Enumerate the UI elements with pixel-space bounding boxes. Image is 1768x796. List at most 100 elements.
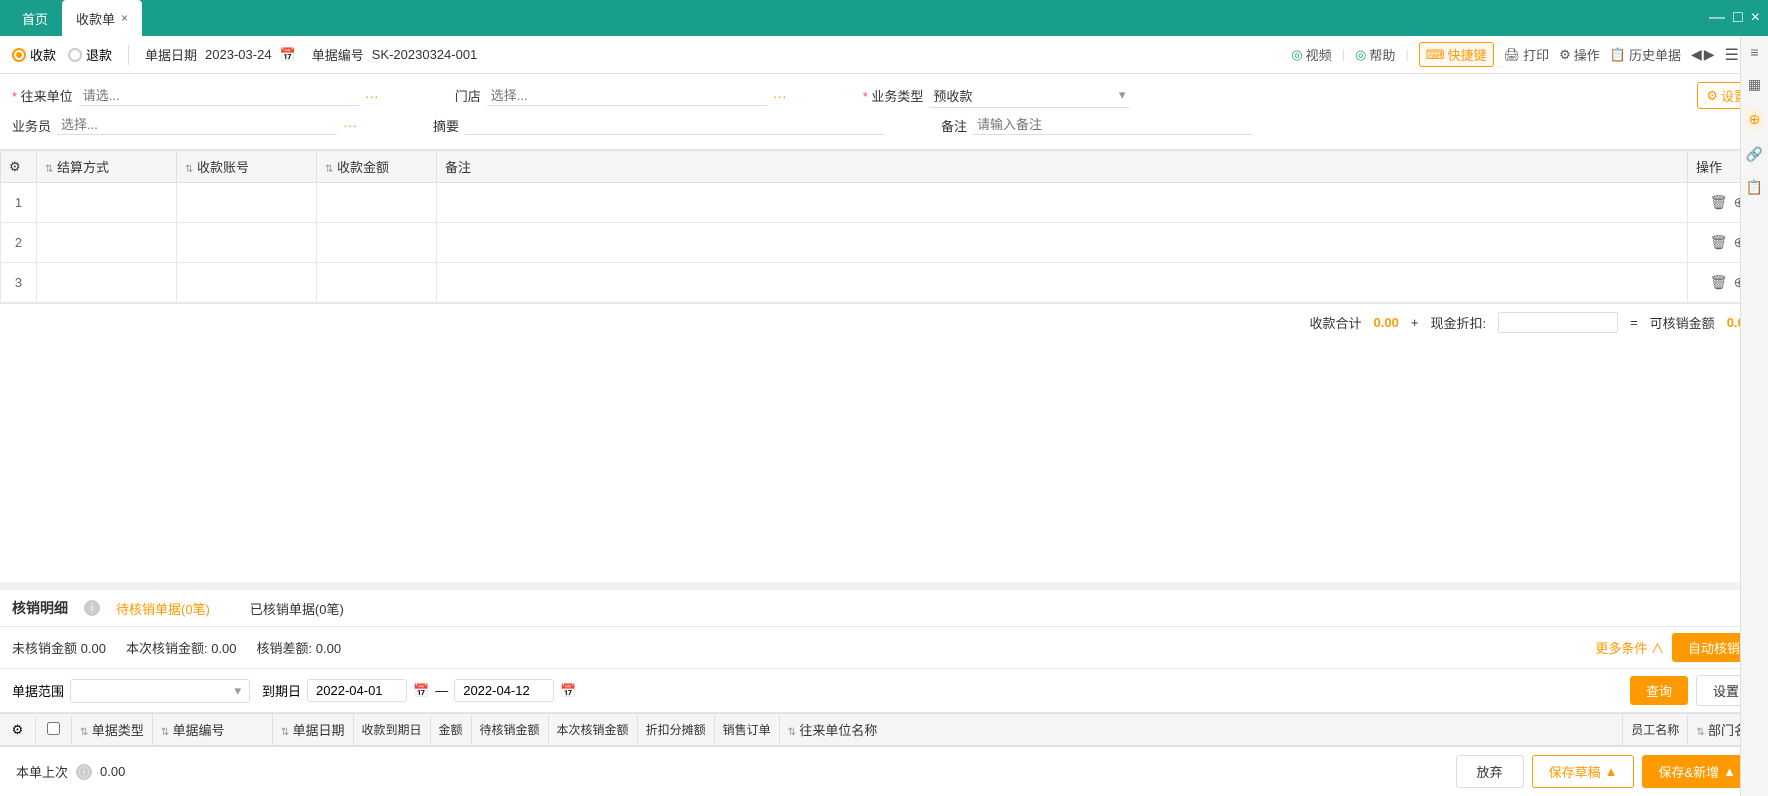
row-1-payment[interactable] (37, 183, 177, 223)
row-1-note-input[interactable] (437, 183, 1687, 222)
writeoff-stats: 未核销金额 0.00 本次核销金额: 0.00 核销差额: 0.00 更多条件 … (0, 627, 1768, 669)
row-2-payment[interactable] (37, 223, 177, 263)
col-settings-header[interactable]: ⚙ (1, 151, 37, 183)
store-more-btn[interactable]: ··· (773, 88, 787, 104)
footer: 本单上次 ⓘ 0.00 放弃 保存草稿 ▲ 保存&新增 ▲ (0, 746, 1768, 796)
date-from-input[interactable] (307, 679, 407, 702)
video-label: 视频 (1306, 45, 1332, 64)
tab-close-icon[interactable]: × (121, 11, 128, 25)
right-panel-icon-4[interactable]: 🔗 (1746, 146, 1763, 163)
right-panel-icon-2[interactable]: ▦ (1748, 76, 1761, 93)
row-2-delete-icon[interactable]: 🗑 (1710, 234, 1728, 251)
biz-type-select[interactable]: 预收款 ▾ (929, 84, 1129, 108)
row-1-amount-input[interactable] (317, 183, 436, 222)
help-btn[interactable]: ◎ 帮助 (1355, 45, 1395, 64)
bth-counterpart: ⇅ 往来单位名称 (780, 714, 1624, 745)
row-1-account[interactable] (177, 183, 317, 223)
row-2-amount[interactable] (317, 223, 437, 263)
row-2-amount-input[interactable] (317, 223, 436, 262)
row-2-account-input[interactable] (177, 223, 316, 262)
done-tab[interactable]: 已核销单据(0笔) (250, 599, 344, 618)
total-value: 0.00 (1374, 315, 1399, 330)
more-conditions-btn[interactable]: 更多条件 ∧ (1595, 638, 1664, 657)
uncancelled-label: 未核销金额 (12, 641, 77, 656)
row-3-account-input[interactable] (177, 263, 316, 302)
bottom-gear-cell[interactable]: ⚙ (0, 716, 36, 744)
bottom-checkbox-cell[interactable] (36, 716, 72, 744)
radio-refund-circle (68, 48, 82, 62)
row-2-note[interactable] (437, 223, 1688, 263)
date-from-icon[interactable]: 📅 (413, 683, 429, 699)
counterpart-input[interactable] (79, 86, 359, 106)
tab-receipt[interactable]: 收款单 × (62, 0, 142, 36)
save-new-btn[interactable]: 保存&新增 ▲ (1642, 755, 1752, 788)
maximize-btn[interactable]: □ (1733, 9, 1743, 27)
toolbar-divider (128, 45, 129, 65)
carry-over-info-icon[interactable]: ⓘ (76, 764, 92, 780)
receipt-table: ⚙ ⇅ 结算方式 ⇅ 收款账号 ⇅ 收款金额 备注 操作 (0, 150, 1768, 303)
biz-type-arrow: ▾ (1119, 87, 1126, 103)
shortcut-btn[interactable]: ⌨ 快捷键 (1419, 42, 1494, 67)
row-1-delete-icon[interactable]: 🗑 (1710, 194, 1728, 211)
operate-btn[interactable]: ⚙ 操作 (1559, 45, 1600, 64)
right-panel-icon-5[interactable]: 📋 (1746, 179, 1763, 196)
row-3-delete-icon[interactable]: 🗑 (1710, 274, 1728, 291)
save-new-arrow[interactable]: ▲ (1723, 764, 1736, 779)
bth-doc-date: ⇅ 单据日期 (273, 714, 354, 745)
right-panel-icon-3[interactable]: ⊕ (1747, 109, 1763, 130)
remark-input[interactable] (973, 115, 1253, 135)
list-view-btn[interactable]: ☰ (1725, 45, 1739, 65)
summary-input[interactable] (465, 115, 885, 135)
row-3-amount[interactable] (317, 263, 437, 303)
save-draft-arrow[interactable]: ▲ (1605, 764, 1618, 779)
row-3-amount-input[interactable] (317, 263, 436, 302)
video-btn[interactable]: ◎ 视频 (1291, 45, 1331, 64)
close-btn[interactable]: × (1751, 9, 1760, 27)
next-arrow[interactable]: ▶ (1704, 46, 1715, 63)
row-1-account-input[interactable] (177, 183, 316, 222)
row-2-payment-input[interactable] (37, 223, 176, 262)
col-account-header: ⇅ 收款账号 (177, 151, 317, 183)
radio-refund[interactable]: 退款 (68, 45, 112, 64)
row-2-note-input[interactable] (437, 223, 1687, 262)
staff-more-btn[interactable]: ··· (343, 117, 357, 133)
calendar-icon[interactable]: 📅 (280, 47, 296, 63)
prev-arrow[interactable]: ◀ (1691, 46, 1702, 63)
writeoff-filters: 单据范围 ▾ 到期日 📅 — 📅 (0, 669, 1768, 713)
shortcut-label: 快捷键 (1448, 45, 1487, 64)
row-3-payment-input[interactable] (37, 263, 176, 302)
diff-label: 核销差额: (257, 641, 313, 656)
staff-input[interactable] (57, 115, 337, 135)
table-row: 2 🗑 ⊕ (1, 223, 1768, 263)
query-btn[interactable]: 查询 (1630, 676, 1688, 705)
select-all-checkbox[interactable] (47, 722, 60, 735)
uncancelled-value: 0.00 (81, 641, 106, 656)
discount-input[interactable] (1498, 312, 1618, 333)
history-btn[interactable]: 📋 历史单据 (1610, 45, 1681, 64)
row-1-payment-input[interactable] (37, 183, 176, 222)
row-1-amount[interactable] (317, 183, 437, 223)
store-input[interactable] (487, 86, 767, 106)
minimize-btn[interactable]: — (1709, 9, 1725, 27)
tab-home[interactable]: 首页 (8, 0, 62, 36)
counterpart-more-btn[interactable]: ··· (365, 88, 379, 104)
history-label: 历史单据 (1629, 45, 1681, 64)
range-select[interactable]: ▾ (70, 679, 250, 703)
writeoff-info-icon[interactable]: i (84, 600, 100, 616)
radio-receipt[interactable]: 收款 (12, 45, 56, 64)
row-3-note-input[interactable] (437, 263, 1687, 302)
row-1-note[interactable] (437, 183, 1688, 223)
discount-label: 现金折扣: (1430, 313, 1486, 332)
pending-tab[interactable]: 待核销单据(0笔) (116, 599, 210, 618)
more-conditions-arrow: ∧ (1651, 641, 1664, 656)
abandon-btn[interactable]: 放弃 (1456, 755, 1524, 788)
date-to-input[interactable] (454, 679, 554, 702)
date-to-icon[interactable]: 📅 (560, 683, 576, 699)
row-3-account[interactable] (177, 263, 317, 303)
print-btn[interactable]: 🖨 打印 (1504, 45, 1550, 64)
row-3-note[interactable] (437, 263, 1688, 303)
row-2-account[interactable] (177, 223, 317, 263)
row-3-payment[interactable] (37, 263, 177, 303)
save-draft-btn[interactable]: 保存草稿 ▲ (1532, 755, 1635, 788)
right-panel-icon-1[interactable]: ≡ (1750, 44, 1758, 60)
